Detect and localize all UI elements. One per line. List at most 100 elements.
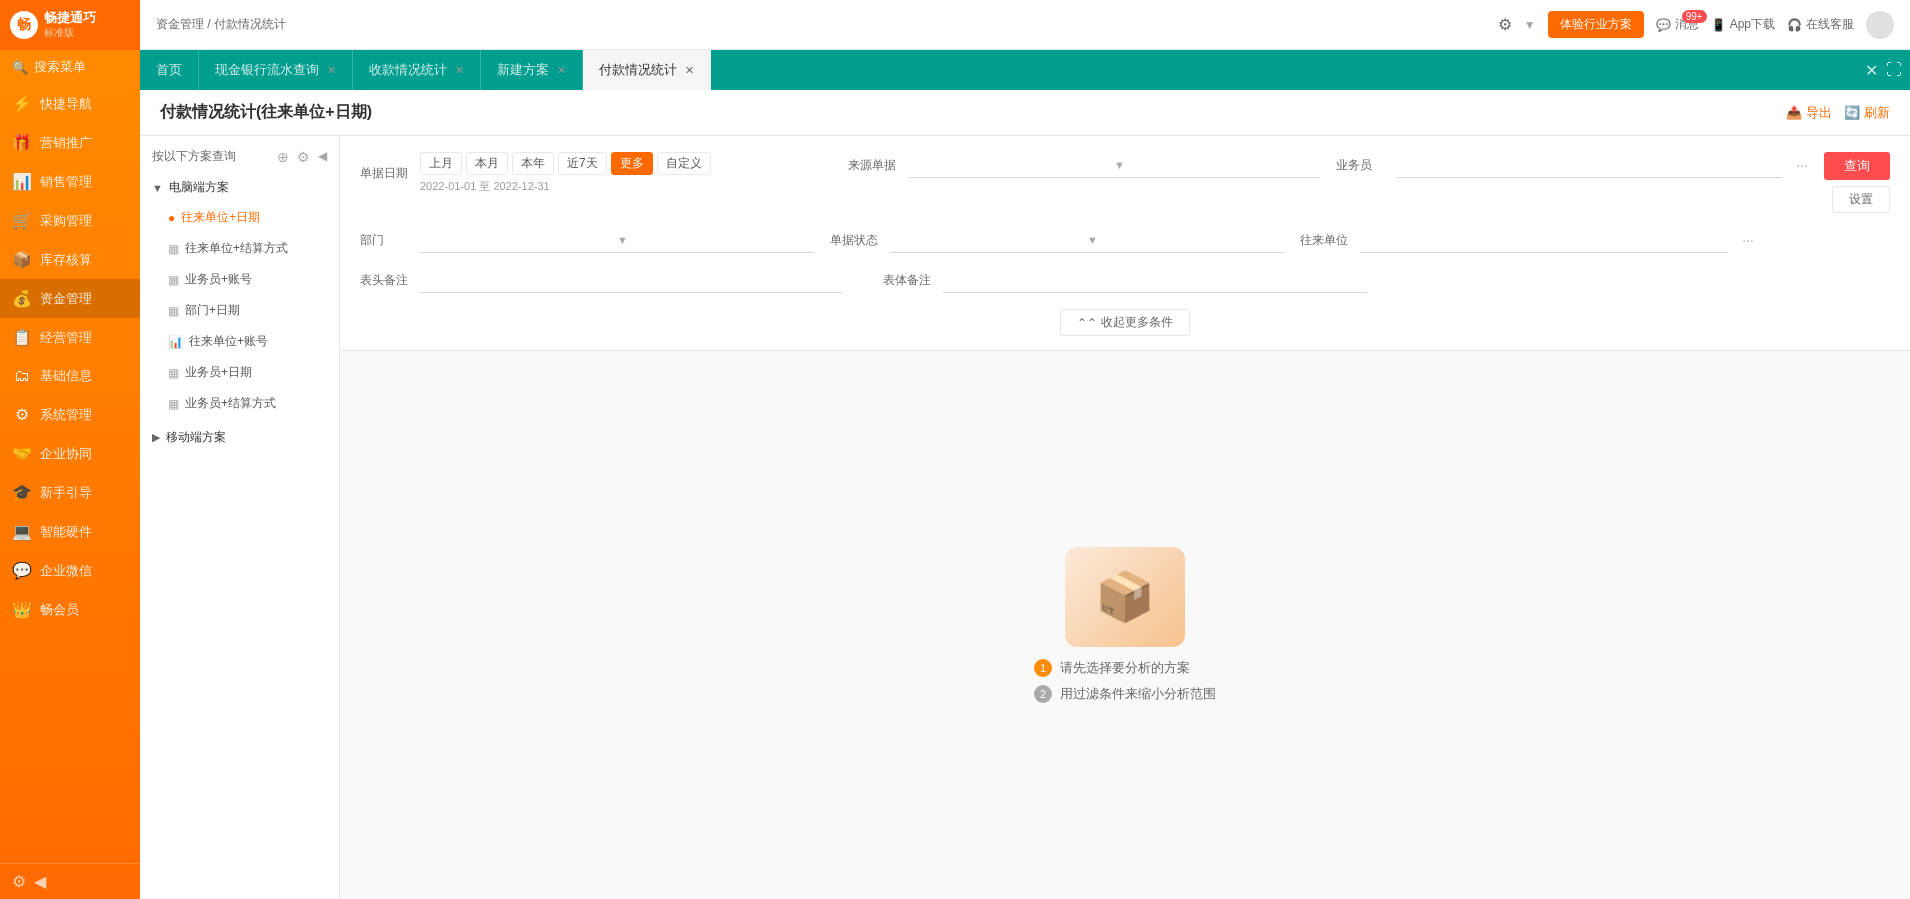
scheme-item-unit-settle[interactable]: ▦ 往来单位+结算方式 <box>140 233 339 264</box>
refresh-label: 刷新 <box>1864 104 1890 122</box>
date-btn-more[interactable]: 更多 <box>611 152 653 175</box>
export-button[interactable]: 📤 导出 <box>1786 104 1832 122</box>
date-btn-last-month[interactable]: 上月 <box>420 152 462 175</box>
tab-bank-close[interactable]: ✕ <box>327 64 336 77</box>
online-service-button[interactable]: 🎧 在线客服 <box>1787 16 1854 33</box>
source-select[interactable]: ▼ <box>908 152 1320 178</box>
scheme-item-unit-account[interactable]: 📊 往来单位+账号 <box>140 326 339 357</box>
voucher-status-arrow-icon: ▼ <box>1087 234 1278 246</box>
sidebar-item-shortcut[interactable]: ⚡ 快捷导航 <box>0 84 140 123</box>
user-avatar[interactable] <box>1866 11 1894 39</box>
scheme-item-dept-date[interactable]: ▦ 部门+日期 <box>140 295 339 326</box>
staff-more-icon[interactable]: ··· <box>1796 157 1808 173</box>
sidebar-item-guide[interactable]: 🎓 新手引导 <box>0 473 140 512</box>
page-title: 付款情况统计(往来单位+日期) <box>160 102 372 123</box>
voucher-status-select[interactable]: ▼ <box>890 227 1284 253</box>
collapse-filters-button[interactable]: ⌃⌃ 收起更多条件 <box>1060 309 1190 336</box>
date-btn-this-month[interactable]: 本月 <box>466 152 508 175</box>
refresh-icon: 🔄 <box>1844 105 1860 120</box>
sidebar-item-coop[interactable]: 🤝 企业协同 <box>0 434 140 473</box>
refresh-button[interactable]: 🔄 刷新 <box>1844 104 1890 122</box>
scheme-group-desktop-label: 电脑端方案 <box>169 179 229 196</box>
collapse-sidebar-icon[interactable]: ◀ <box>34 872 46 891</box>
export-label: 导出 <box>1806 104 1832 122</box>
scheme-grid-icon: ▦ <box>168 397 179 411</box>
collapse-panel-icon[interactable]: ◀ <box>318 149 327 165</box>
settings-footer-icon[interactable]: ⚙ <box>12 872 26 891</box>
scheme-panel-icons: ⊕ ⚙ ◀ <box>277 149 327 165</box>
sidebar-item-hardware[interactable]: 💻 智能硬件 <box>0 512 140 551</box>
purchase-icon: 🛒 <box>12 211 32 230</box>
chevron-right-icon: ▶ <box>152 431 160 444</box>
logo-text-group: 畅捷通巧 标准版 <box>44 10 96 40</box>
scheme-panel: 按以下方案查询 ⊕ ⚙ ◀ ▼ 电脑端方案 ● 往来单位+日期 <box>140 136 340 899</box>
scheme-item-staff-account[interactable]: ▦ 业务员+账号 <box>140 264 339 295</box>
sidebar-item-business[interactable]: 📋 经营管理 <box>0 318 140 357</box>
scheme-group-desktop-header[interactable]: ▼ 电脑端方案 <box>140 173 339 202</box>
scheme-item-unit-date[interactable]: ● 往来单位+日期 <box>140 202 339 233</box>
header-note-input[interactable] <box>420 267 843 293</box>
settings-scheme-icon[interactable]: ⚙ <box>297 149 310 165</box>
staff-input[interactable] <box>1396 152 1782 178</box>
sidebar-item-sales[interactable]: 📊 销售管理 <box>0 162 140 201</box>
tab-home[interactable]: 首页 <box>140 50 199 90</box>
body-note-input[interactable] <box>943 267 1366 293</box>
marketing-icon: 🎁 <box>12 133 32 152</box>
service-icon: 🎧 <box>1787 18 1802 32</box>
scheme-item-staff-settle[interactable]: ▦ 业务员+结算方式 <box>140 388 339 419</box>
guide-icon: 🎓 <box>12 483 32 502</box>
scheme-panel-title: 按以下方案查询 <box>152 148 236 165</box>
tab-receive-close[interactable]: ✕ <box>455 64 464 77</box>
close-window-icon[interactable]: ✕ <box>1865 61 1878 80</box>
sidebar-item-member[interactable]: 👑 畅会员 <box>0 590 140 629</box>
scheme-group-mobile-header[interactable]: ▶ 移动端方案 <box>140 423 339 452</box>
hardware-icon: 💻 <box>12 522 32 541</box>
app-download-button[interactable]: 📱 App下载 <box>1711 16 1775 33</box>
scheme-item-label: 业务员+账号 <box>185 271 252 288</box>
message-icon: 💬 <box>1656 18 1671 32</box>
search-menu-label: 搜索菜单 <box>34 58 86 76</box>
search-menu[interactable]: 🔍 搜索菜单 <box>0 50 140 84</box>
message-button[interactable]: 💬 消息 99+ <box>1656 16 1699 33</box>
date-btn-7days[interactable]: 近7天 <box>558 152 607 175</box>
chevron-down-icon: ▼ <box>1524 18 1536 32</box>
topbar-settings-icon[interactable]: ⚙ <box>1498 15 1512 34</box>
scheme-item-staff-date[interactable]: ▦ 业务员+日期 <box>140 357 339 388</box>
dept-select[interactable]: ▼ <box>420 227 814 253</box>
coop-icon: 🤝 <box>12 444 32 463</box>
sidebar-item-inventory[interactable]: 📦 库存核算 <box>0 240 140 279</box>
date-range-label: 2022-01-01 至 2022-12-31 <box>420 179 711 194</box>
dept-label: 部门 <box>360 232 410 249</box>
basic-icon: 🗂 <box>12 367 32 385</box>
tab-new[interactable]: 新建方案 ✕ <box>481 50 583 90</box>
tab-new-close[interactable]: ✕ <box>557 64 566 77</box>
tab-payment-label: 付款情况统计 <box>599 61 677 79</box>
sidebar-item-marketing[interactable]: 🎁 营销推广 <box>0 123 140 162</box>
date-btn-this-year[interactable]: 本年 <box>512 152 554 175</box>
inventory-icon: 📦 <box>12 250 32 269</box>
system-icon: ⚙ <box>12 405 32 424</box>
step-2-text: 用过滤条件来缩小分析范围 <box>1060 685 1216 703</box>
filter-area: 单据日期 上月 本月 本年 近7天 更多 自定义 20 <box>340 136 1910 351</box>
sidebar-item-fund[interactable]: 💰 资金管理 <box>0 279 140 318</box>
query-button[interactable]: 查询 <box>1824 152 1890 180</box>
setting-button[interactable]: 设置 <box>1832 186 1890 213</box>
tab-payment-close[interactable]: ✕ <box>685 64 694 77</box>
tab-bank[interactable]: 现金银行流水查询 ✕ <box>199 50 353 90</box>
sidebar-item-system[interactable]: ⚙ 系统管理 <box>0 395 140 434</box>
sidebar-item-wechat[interactable]: 💬 企业微信 <box>0 551 140 590</box>
expand-icon[interactable]: ⛶ <box>1886 61 1902 79</box>
tab-receive[interactable]: 收款情况统计 ✕ <box>353 50 481 90</box>
sidebar-item-purchase[interactable]: 🛒 采购管理 <box>0 201 140 240</box>
add-scheme-icon[interactable]: ⊕ <box>277 149 289 165</box>
sidebar-item-label: 快捷导航 <box>40 95 92 113</box>
sidebar-item-basic[interactable]: 🗂 基础信息 <box>0 357 140 395</box>
scheme-grid-icon: ▦ <box>168 366 179 380</box>
tab-payment[interactable]: 付款情况统计 ✕ <box>583 50 711 90</box>
tab-receive-label: 收款情况统计 <box>369 61 447 79</box>
date-btn-custom[interactable]: 自定义 <box>657 152 711 175</box>
sidebar-footer: ⚙ ◀ <box>0 863 140 899</box>
counterpart-more-icon[interactable]: ··· <box>1742 232 1754 248</box>
trial-button[interactable]: 体验行业方案 <box>1548 11 1644 38</box>
counterpart-input[interactable] <box>1360 227 1728 253</box>
